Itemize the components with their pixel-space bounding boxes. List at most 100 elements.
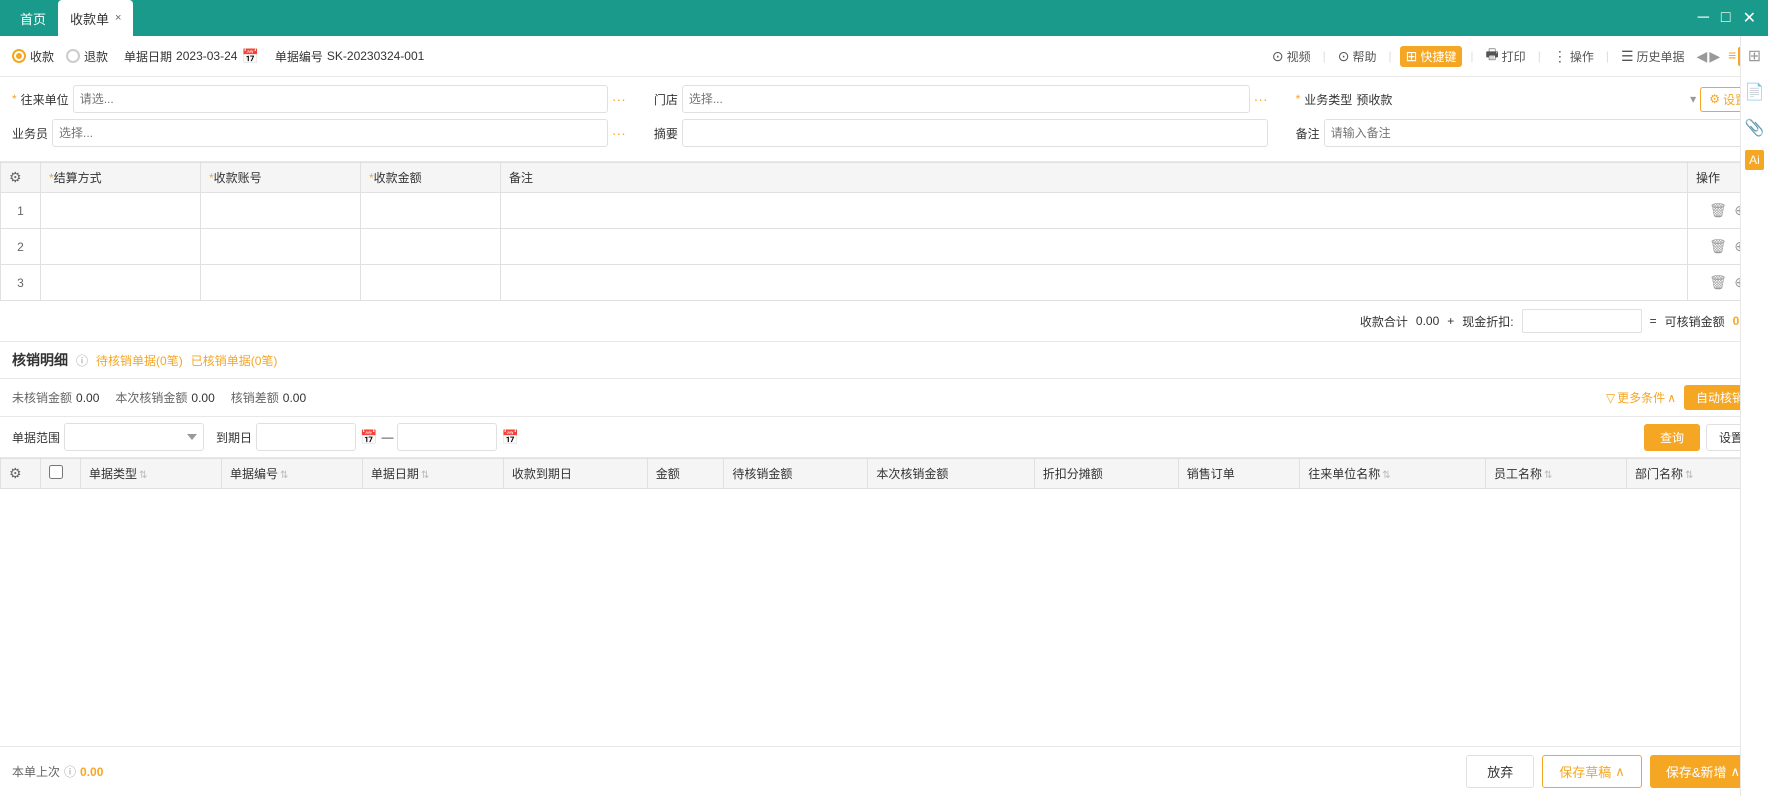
help-btn[interactable]: ⊙ 帮助 — [1334, 46, 1381, 67]
filter-bar: 未核销金额 0.00 本次核销金额 0.00 核销差额 0.00 ▽ 更多条件 … — [0, 379, 1768, 417]
current-label: 本次核销金额 — [115, 389, 187, 406]
filter-icon: ▽ — [1606, 391, 1615, 405]
partner-required-mark: * — [12, 92, 17, 106]
save-new-label: 保存&新增 — [1666, 762, 1727, 781]
shortcut-btn[interactable]: ⊞ 快捷键 — [1400, 46, 1463, 67]
nav-tab-home[interactable]: 首页 — [8, 0, 58, 36]
done-link[interactable]: 已核销单据(0笔) — [191, 352, 278, 369]
date-to-input[interactable]: 2022-04-12 — [397, 423, 497, 451]
range-select[interactable] — [64, 423, 204, 451]
biz-type-select[interactable]: 预收款 ▾ — [1356, 91, 1696, 108]
partner-ellipsis-btn[interactable]: ··· — [612, 91, 626, 107]
diff-label: 核销差额 — [231, 389, 279, 406]
row-2-delete-icon[interactable]: 🗑 — [1709, 238, 1727, 254]
print-btn[interactable]: 🖶 打印 — [1481, 42, 1529, 70]
row-1-amount[interactable] — [361, 193, 501, 229]
nav-next-icon[interactable]: ▶ — [1709, 48, 1720, 65]
window-minimize-icon[interactable]: ─ — [1694, 7, 1713, 29]
sidebar-clip-icon[interactable]: 📎 — [1741, 114, 1768, 142]
remark-input[interactable] — [1324, 119, 1756, 147]
table-gear-header: ⚙ — [1, 163, 41, 193]
save-new-arrow-icon: ∧ — [1730, 764, 1740, 780]
shop-label: 门店 — [654, 91, 678, 108]
close-tab-icon[interactable]: × — [115, 12, 121, 24]
window-close-icon[interactable]: ✕ — [1739, 6, 1760, 30]
staff-ellipsis-btn[interactable]: ··· — [612, 125, 626, 141]
receive-label: 收款 — [30, 48, 54, 65]
shop-ellipsis-btn[interactable]: ··· — [1254, 91, 1268, 107]
bottom-info-icon[interactable]: ⓘ — [64, 763, 76, 780]
date-to-calendar-icon[interactable]: 📅 — [501, 429, 518, 446]
right-sidebar: ⊞ 📄 📎 Ai — [1740, 36, 1768, 796]
row-3-delete-icon[interactable]: 🗑 — [1709, 274, 1727, 290]
more-filter-btn[interactable]: ▽ 更多条件 ∧ — [1606, 389, 1676, 406]
sidebar-expand-icon[interactable]: Ai — [1745, 150, 1764, 170]
number-field: 单据编号 SK-20230324-001 — [275, 48, 424, 65]
refund-radio-dot — [66, 49, 80, 63]
row-1-delete-icon[interactable]: 🗑 — [1709, 202, 1727, 218]
row-2-settlement[interactable] — [41, 229, 201, 265]
current-value: 0.00 — [191, 391, 214, 405]
print-label: 打印 — [1502, 48, 1526, 65]
date-calendar-icon[interactable]: 📅 — [241, 48, 258, 65]
operate-label: 操作 — [1570, 48, 1594, 65]
row-2-amount[interactable] — [361, 229, 501, 265]
summary-input[interactable] — [682, 119, 1268, 147]
abandon-btn[interactable]: 放弃 — [1466, 755, 1534, 788]
done-count: 0笔 — [255, 354, 274, 368]
number-label: 单据编号 — [275, 48, 323, 65]
save-draft-btn[interactable]: 保存草稿 ∧ — [1542, 755, 1642, 788]
operate-btn[interactable]: ⋮ 操作 — [1549, 46, 1598, 67]
history-btn[interactable]: ☰ 历史单据 — [1617, 46, 1689, 67]
date-separator: — — [381, 430, 393, 444]
row-3-account[interactable] — [201, 265, 361, 301]
partner-input[interactable] — [73, 85, 608, 113]
row-2-account[interactable] — [201, 229, 361, 265]
row-3-amount[interactable] — [361, 265, 501, 301]
col-due-date-header: 收款到期日 — [503, 459, 647, 489]
row-2-remark[interactable] — [501, 229, 1688, 265]
receive-radio-dot — [12, 49, 26, 63]
diff-value: 0.00 — [283, 391, 306, 405]
date-value[interactable]: 2023-03-24 — [176, 49, 237, 63]
pending-link[interactable]: 待核销单据(0笔) — [96, 352, 183, 369]
staff-label: 业务员 — [12, 125, 48, 142]
more-filter-label: 更多条件 — [1617, 389, 1665, 406]
layout-list-icon[interactable]: ≡ — [1728, 47, 1736, 66]
date-from-calendar-icon[interactable]: 📅 — [360, 429, 377, 446]
col-current-amount-header: 本次核销金额 — [868, 459, 1034, 489]
sidebar-document-icon[interactable]: 📄 — [1741, 78, 1768, 106]
number-value[interactable]: SK-20230324-001 — [327, 49, 424, 63]
video-btn[interactable]: ⊙ 视频 — [1268, 46, 1315, 67]
print-icon: 🖶 — [1485, 44, 1498, 68]
receive-radio[interactable]: 收款 — [12, 48, 54, 65]
sidebar-table-icon[interactable]: ⊞ — [1744, 42, 1765, 70]
staff-input[interactable] — [52, 119, 608, 147]
discount-input[interactable] — [1522, 309, 1642, 333]
unverified-value: 0.00 — [76, 391, 99, 405]
select-all-checkbox[interactable] — [49, 465, 63, 479]
row-3-settlement[interactable] — [41, 265, 201, 301]
current-item: 本次核销金额 0.00 — [115, 389, 214, 406]
row-1-remark[interactable] — [501, 193, 1688, 229]
table-gear-icon[interactable]: ⚙ — [9, 169, 22, 185]
shop-input[interactable] — [682, 85, 1250, 113]
nav-tab-receipt[interactable]: 收款单 × — [58, 0, 133, 36]
biz-type-field: * 业务类型 预收款 ▾ ⚙ 设置 — [1296, 87, 1756, 112]
table-row: 1 🗑 ⊕ — [1, 193, 1768, 229]
row-1-account[interactable] — [201, 193, 361, 229]
bottom-gear-icon[interactable]: ⚙ — [9, 465, 22, 481]
row-1-settlement[interactable] — [41, 193, 201, 229]
range-label: 单据范围 — [12, 429, 60, 446]
date-from-input[interactable]: 2022-04-01 — [256, 423, 356, 451]
operate-icon: ⋮ — [1553, 48, 1567, 65]
refund-radio[interactable]: 退款 — [66, 48, 108, 65]
row-3-remark[interactable] — [501, 265, 1688, 301]
col-remark-header: 备注 — [501, 163, 1688, 193]
chevron-up-icon: ∧ — [1667, 391, 1676, 405]
toolbar-row: 收款 退款 单据日期 2023-03-24 📅 单据编号 SK-20230324… — [0, 36, 1768, 77]
verification-info-icon[interactable]: ⓘ — [76, 352, 88, 369]
query-btn[interactable]: 查询 — [1644, 424, 1700, 451]
window-restore-icon[interactable]: □ — [1717, 7, 1735, 29]
nav-prev-icon[interactable]: ◀ — [1697, 48, 1708, 65]
